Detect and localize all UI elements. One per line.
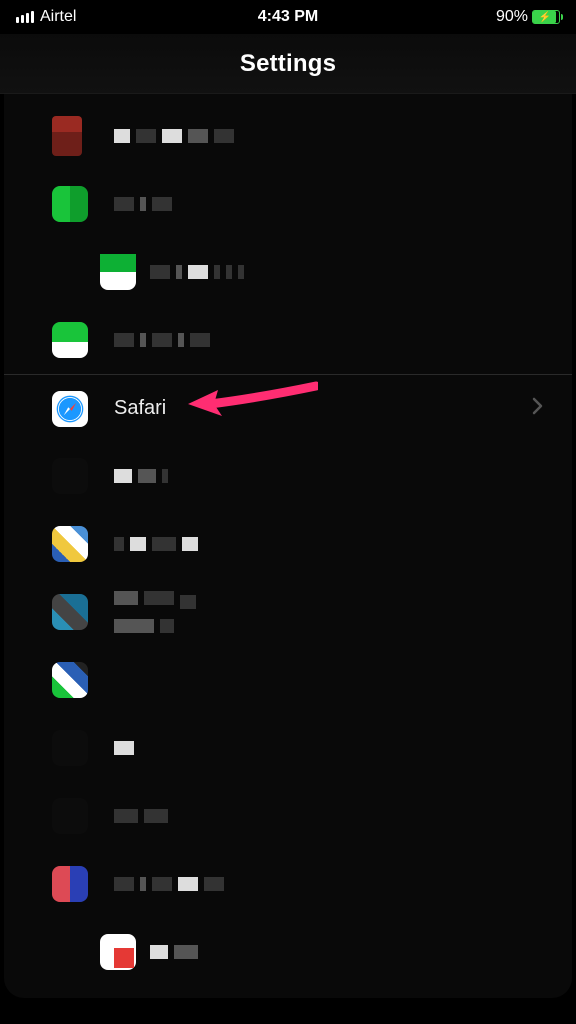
app-icon bbox=[100, 254, 136, 290]
chevron-right-icon bbox=[532, 397, 544, 420]
redacted-label bbox=[114, 469, 168, 483]
redacted-label bbox=[114, 129, 234, 143]
app-icon bbox=[100, 934, 136, 970]
redacted-label bbox=[114, 809, 168, 823]
app-icon bbox=[52, 116, 82, 156]
list-item[interactable] bbox=[4, 102, 572, 170]
battery-icon: ⚡ bbox=[532, 10, 560, 24]
app-icon bbox=[52, 594, 88, 630]
settings-header: Settings bbox=[0, 34, 576, 94]
clock: 4:43 PM bbox=[0, 8, 576, 26]
status-bar: Airtel 4:43 PM 90% ⚡ bbox=[0, 0, 576, 34]
charging-icon: ⚡ bbox=[538, 12, 550, 23]
settings-list[interactable]: Safari bbox=[4, 94, 572, 998]
app-icon bbox=[52, 730, 88, 766]
list-item[interactable] bbox=[4, 918, 572, 986]
app-icon bbox=[52, 186, 88, 222]
app-icon bbox=[52, 866, 88, 902]
app-icon bbox=[52, 322, 88, 358]
app-icon bbox=[52, 458, 88, 494]
list-item[interactable] bbox=[4, 782, 572, 850]
redacted-label bbox=[114, 741, 134, 755]
list-item[interactable] bbox=[4, 510, 572, 578]
app-icon bbox=[52, 798, 88, 834]
list-item[interactable] bbox=[4, 170, 572, 238]
row-label: Safari bbox=[114, 397, 166, 420]
list-item[interactable] bbox=[4, 238, 572, 306]
redacted-label bbox=[114, 333, 210, 347]
list-item[interactable] bbox=[4, 442, 572, 510]
app-icon bbox=[52, 662, 88, 698]
list-item[interactable] bbox=[4, 646, 572, 714]
redacted-label bbox=[150, 265, 244, 279]
list-item[interactable] bbox=[4, 578, 572, 646]
list-item-safari[interactable]: Safari bbox=[4, 374, 572, 442]
list-item[interactable] bbox=[4, 850, 572, 918]
redacted-label bbox=[114, 537, 198, 551]
list-item[interactable] bbox=[4, 714, 572, 782]
redacted-label bbox=[114, 591, 234, 633]
redacted-label bbox=[150, 945, 198, 959]
safari-icon bbox=[52, 391, 88, 427]
app-icon bbox=[52, 526, 88, 562]
list-item[interactable] bbox=[4, 306, 572, 374]
redacted-label bbox=[114, 197, 172, 211]
redacted-label bbox=[114, 877, 224, 891]
page-title: Settings bbox=[240, 50, 336, 78]
